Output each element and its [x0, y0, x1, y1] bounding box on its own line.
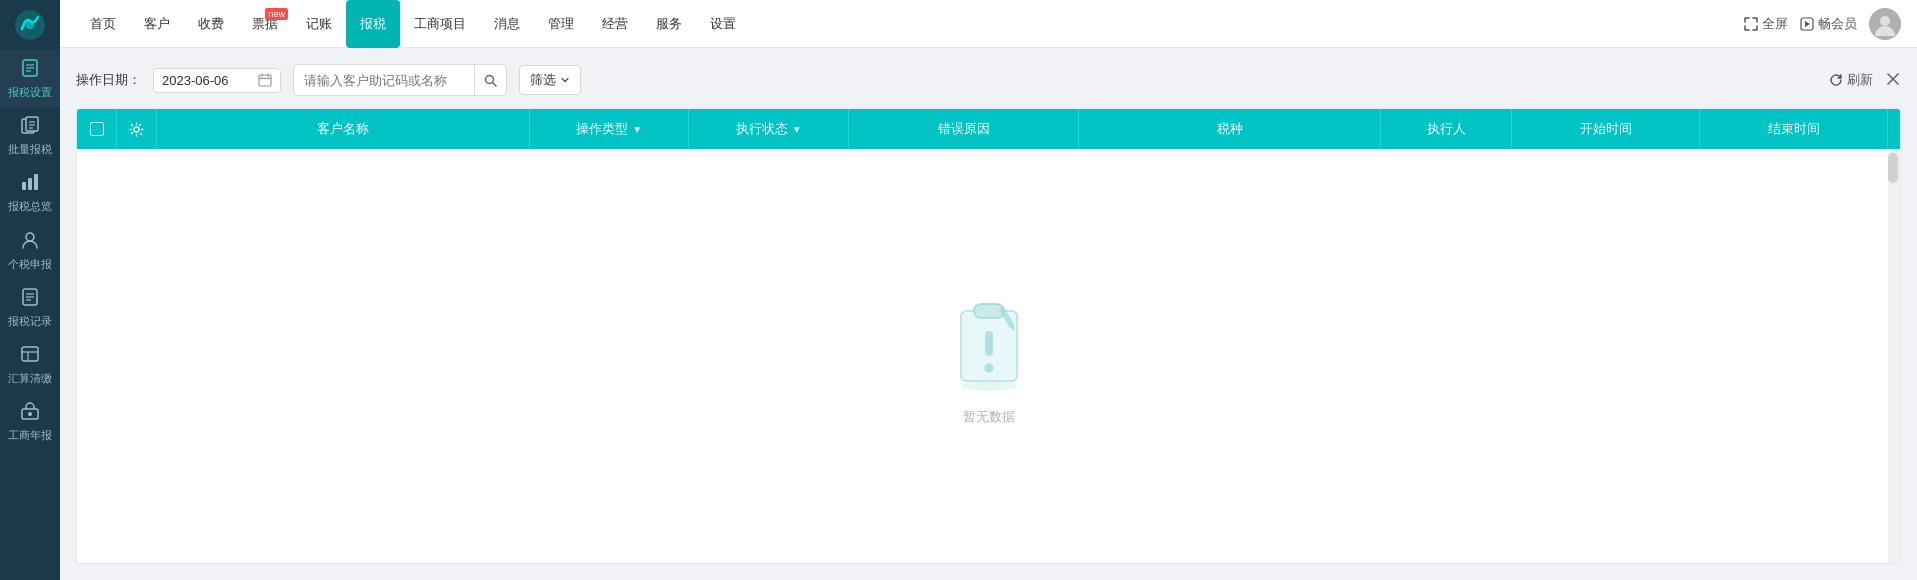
sidebar-item-label: 报税记录	[8, 315, 52, 328]
select-all-checkbox[interactable]	[90, 122, 104, 136]
table-container: 客户名称 操作类型 ▼ 执行状态 ▼ 错误原因 税种 执行人	[76, 108, 1901, 564]
gongshang-nianbao-icon	[20, 401, 40, 426]
svg-rect-7	[26, 117, 38, 131]
sidebar-item-label: 报税设置	[8, 86, 52, 99]
table-body: 暂无数据	[77, 149, 1900, 563]
sidebar-item-label: 报税总览	[8, 200, 52, 213]
th-client-name: 客户名称	[157, 109, 530, 149]
sidebar-logo	[0, 0, 60, 50]
th-start-time: 开始时间	[1512, 109, 1700, 149]
date-picker[interactable]	[153, 68, 281, 93]
sidebar-item-huisuan-jiaoshu[interactable]: 汇算清缴	[0, 336, 60, 393]
svg-point-36	[134, 127, 139, 132]
page-content: 操作日期： 筛选	[60, 48, 1917, 580]
nav-gongshang[interactable]: 工商项目	[400, 0, 480, 48]
svg-rect-38	[974, 304, 1004, 318]
nav-piaoju[interactable]: 票据 new	[238, 0, 292, 48]
svg-point-40	[984, 364, 993, 373]
th-exec-status[interactable]: 执行状态 ▼	[689, 109, 848, 149]
refresh-icon	[1829, 73, 1843, 87]
new-badge: new	[265, 8, 288, 21]
close-button[interactable]	[1885, 71, 1901, 90]
nav-right: 全屏 畅会员	[1744, 8, 1901, 40]
search-button[interactable]	[474, 65, 506, 95]
piliang-baoshui-icon	[20, 115, 40, 140]
date-label: 操作日期：	[76, 71, 141, 89]
sidebar-item-label: 个税申报	[8, 258, 52, 271]
member-btn[interactable]: 畅会员	[1800, 15, 1857, 33]
sidebar: 报税设置 批量报税 报税总览	[0, 0, 60, 580]
nav-customer[interactable]: 客户	[130, 0, 184, 48]
svg-point-43	[961, 381, 1017, 391]
sidebar-item-label: 汇算清缴	[8, 372, 52, 385]
search-icon	[484, 74, 497, 87]
calendar-icon	[258, 73, 272, 87]
svg-line-33	[493, 82, 497, 86]
th-tax-type: 税种	[1079, 109, 1381, 149]
empty-state: 暂无数据	[939, 286, 1039, 426]
baoshui-shezhi-icon	[20, 58, 40, 83]
fullscreen-icon	[1744, 17, 1758, 31]
nav-jizhang[interactable]: 记账	[292, 0, 346, 48]
th-error-reason: 错误原因	[849, 109, 1080, 149]
svg-rect-28	[259, 75, 271, 86]
toolbar: 操作日期： 筛选	[76, 64, 1901, 96]
sidebar-item-baoshui-zonglang[interactable]: 报税总览	[0, 164, 60, 221]
sidebar-item-geshui-shenbao[interactable]: 个税申报	[0, 222, 60, 279]
nav-fuwu[interactable]: 服务	[642, 0, 696, 48]
scrollbar-thumb[interactable]	[1888, 153, 1898, 183]
settings-icon	[129, 122, 144, 137]
svg-rect-19	[22, 347, 38, 361]
nav-shoufei[interactable]: 收费	[184, 0, 238, 48]
nav-shezhi[interactable]: 设置	[696, 0, 750, 48]
nav-jingying[interactable]: 经营	[588, 0, 642, 48]
svg-point-23	[28, 412, 32, 416]
baoshui-jilu-icon	[20, 287, 40, 312]
th-executor: 执行人	[1381, 109, 1512, 149]
svg-point-1	[26, 21, 34, 29]
table-scrollbar[interactable]	[1888, 149, 1900, 563]
svg-rect-13	[34, 174, 38, 190]
sidebar-item-gongshang-nianbao[interactable]: 工商年报	[0, 393, 60, 450]
sidebar-item-baoshui-shezhi[interactable]: 报税设置	[0, 50, 60, 107]
sidebar-item-baoshui-jilu[interactable]: 报税记录	[0, 279, 60, 336]
svg-rect-39	[985, 331, 993, 356]
svg-rect-12	[28, 178, 32, 190]
close-icon	[1885, 71, 1901, 87]
th-end-time: 结束时间	[1700, 109, 1888, 149]
huisuan-jiaoshu-icon	[20, 344, 40, 369]
svg-rect-11	[22, 182, 26, 190]
geshui-shenbao-icon	[20, 230, 40, 255]
sidebar-item-piliang-baoshui[interactable]: 批量报税	[0, 107, 60, 164]
th-op-type[interactable]: 操作类型 ▼	[530, 109, 689, 149]
chevron-down-icon	[560, 75, 570, 85]
search-input[interactable]	[294, 68, 474, 93]
baoshui-zonglang-icon	[20, 172, 40, 197]
svg-marker-25	[1805, 21, 1810, 27]
top-nav: 首页 客户 收费 票据 new 记账 报税 工商项目 消息 管理 经营	[60, 0, 1917, 48]
fullscreen-btn[interactable]: 全屏	[1744, 15, 1788, 33]
user-avatar[interactable]	[1869, 8, 1901, 40]
sidebar-item-label: 批量报税	[8, 143, 52, 156]
sort-icon: ▼	[632, 124, 642, 135]
main-content: 首页 客户 收费 票据 new 记账 报税 工商项目 消息 管理 经营	[60, 0, 1917, 580]
th-setting[interactable]	[117, 109, 157, 149]
nav-home[interactable]: 首页	[76, 0, 130, 48]
sidebar-item-label: 工商年报	[8, 429, 52, 442]
refresh-button[interactable]: 刷新	[1829, 71, 1873, 89]
date-input-field[interactable]	[162, 73, 252, 88]
svg-point-27	[1880, 16, 1890, 26]
empty-illustration	[939, 286, 1039, 396]
nav-xiaoxi[interactable]: 消息	[480, 0, 534, 48]
play-icon	[1800, 17, 1814, 31]
search-box	[293, 64, 507, 96]
filter-button[interactable]: 筛选	[519, 65, 581, 95]
nav-baoshui[interactable]: 报税	[346, 0, 400, 48]
table-header: 客户名称 操作类型 ▼ 执行状态 ▼ 错误原因 税种 执行人	[77, 109, 1900, 149]
svg-point-14	[26, 233, 34, 241]
empty-text: 暂无数据	[963, 408, 1015, 426]
nav-guanli[interactable]: 管理	[534, 0, 588, 48]
sort-icon: ▼	[792, 124, 802, 135]
th-checkbox[interactable]	[77, 109, 117, 149]
